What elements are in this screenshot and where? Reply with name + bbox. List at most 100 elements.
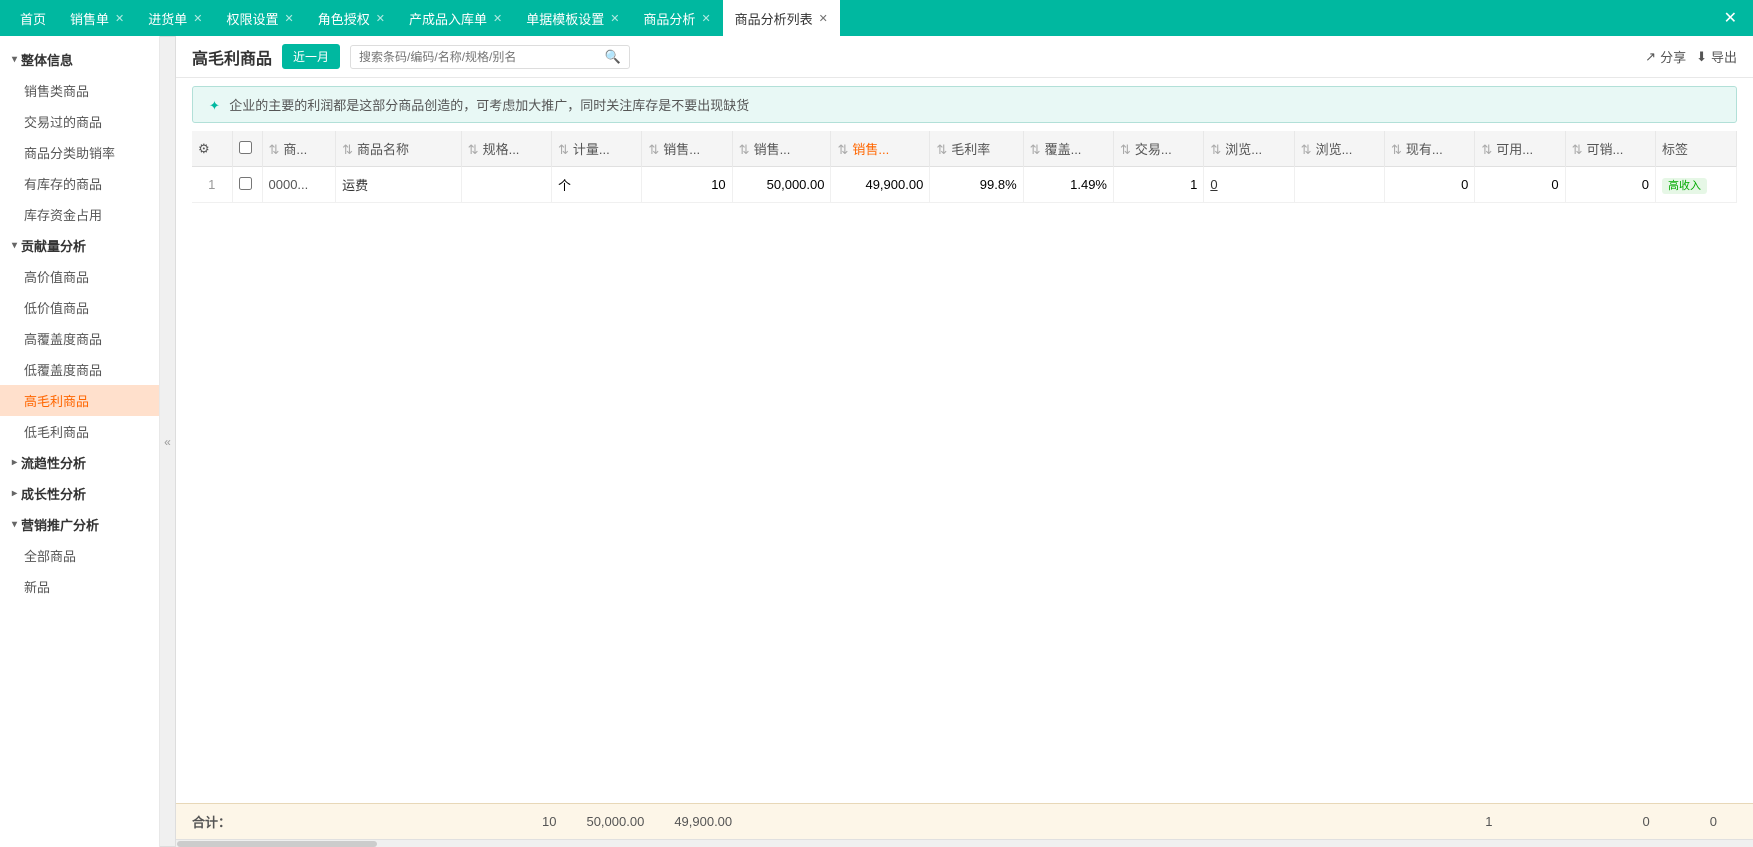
nav-tab-permissions[interactable]: 权限设置 ✕	[214, 0, 305, 36]
col-spec: ⇅规格...	[461, 131, 551, 167]
sidebar-section-overall[interactable]: ▾ 整体信息	[0, 44, 159, 75]
col-stock2: ⇅可用...	[1475, 131, 1565, 167]
footer-label: 合计：	[192, 812, 252, 831]
nav-tab-analysis[interactable]: 商品分析 ✕	[631, 0, 722, 36]
col-gross-rate: ⇅毛利率	[930, 131, 1023, 167]
col-index: ⚙	[192, 131, 232, 167]
sidebar-item-high-value[interactable]: 高价值商品	[0, 261, 159, 292]
sidebar-collapse-button[interactable]: «	[160, 36, 176, 847]
chevron-right-icon: ▸	[12, 488, 17, 499]
share-button[interactable]: ↗ 分享	[1645, 47, 1686, 66]
nav-tab-templates[interactable]: 单据模板设置 ✕	[514, 0, 631, 36]
close-icon[interactable]: ✕	[285, 12, 294, 25]
nav-tab-purchase[interactable]: 进货单 ✕	[136, 0, 214, 36]
main-area: ▾ 整体信息 销售类商品 交易过的商品 商品分类助销率 有库存的商品 库存资金占…	[0, 36, 1753, 847]
close-icon[interactable]: ✕	[819, 12, 828, 25]
horizontal-scrollbar[interactable]	[176, 839, 1753, 847]
sidebar-item-low-value[interactable]: 低价值商品	[0, 292, 159, 323]
table-row: 1 0000... 运费 个 10 50,000.00 49,900.00 99…	[192, 167, 1737, 203]
table-header-row: ⚙ ⇅商... ⇅商品名称 ⇅规格... ⇅计量... ⇅销售... ⇅销售..…	[192, 131, 1737, 167]
cell-checkbox	[232, 167, 262, 203]
sidebar-item-low-margin[interactable]: 低毛利商品	[0, 416, 159, 447]
footer-sales2: 50,000.00	[586, 814, 644, 829]
row-checkbox[interactable]	[239, 177, 252, 190]
sidebar-item-low-coverage[interactable]: 低覆盖度商品	[0, 354, 159, 385]
scrollbar-thumb[interactable]	[177, 841, 377, 847]
cell-gross-rate: 99.8%	[930, 167, 1023, 203]
footer-sales1: 10	[542, 814, 556, 829]
sidebar: ▾ 整体信息 销售类商品 交易过的商品 商品分类助销率 有库存的商品 库存资金占…	[0, 36, 160, 847]
col-browse1: ⇅浏览...	[1204, 131, 1294, 167]
cell-spec	[461, 167, 551, 203]
footer-transaction: 1	[1485, 814, 1492, 829]
settings-icon[interactable]: ⚙	[198, 141, 210, 156]
cell-stock2: 0	[1475, 167, 1565, 203]
close-icon[interactable]: ✕	[493, 12, 502, 25]
search-icon[interactable]: 🔍	[605, 49, 621, 65]
close-icon[interactable]: ✕	[115, 12, 124, 25]
nav-tab-products[interactable]: 产成品入库单 ✕	[397, 0, 514, 36]
cell-tag: 高收入	[1655, 167, 1736, 203]
footer-stock1: 0	[1643, 814, 1650, 829]
sidebar-item-in-stock[interactable]: 有库存的商品	[0, 168, 159, 199]
page-title: 高毛利商品	[192, 45, 272, 69]
sidebar-item-sales-goods[interactable]: 销售类商品	[0, 75, 159, 106]
period-recent-month-button[interactable]: 近一月	[282, 44, 340, 69]
top-nav: 首页 销售单 ✕ 进货单 ✕ 权限设置 ✕ 角色授权 ✕ 产成品入库单 ✕ 单据…	[0, 0, 1753, 36]
col-name: ⇅商品名称	[336, 131, 462, 167]
export-button[interactable]: ⬇ 导出	[1696, 47, 1737, 66]
sidebar-section-trend[interactable]: ▸ 流趋性分析	[0, 447, 159, 478]
cell-browse2	[1294, 167, 1384, 203]
sidebar-item-new-goods[interactable]: 新品	[0, 571, 159, 602]
content-panel: 高毛利商品 近一月 🔍 ↗ 分享 ⬇ 导出 ✦ 企业的主要的利润都是这部分商品创…	[176, 36, 1753, 847]
cell-stock3: 0	[1565, 167, 1655, 203]
close-icon[interactable]: ✕	[193, 12, 202, 25]
cell-unit: 个	[552, 167, 642, 203]
col-sales1: ⇅销售...	[642, 131, 732, 167]
sidebar-item-stock-capital[interactable]: 库存资金占用	[0, 199, 159, 230]
cell-browse1[interactable]: 0	[1204, 167, 1294, 203]
cell-transaction: 1	[1114, 167, 1204, 203]
sidebar-item-all-goods[interactable]: 全部商品	[0, 540, 159, 571]
col-tag: 标签	[1655, 131, 1736, 167]
data-table: ⚙ ⇅商... ⇅商品名称 ⇅规格... ⇅计量... ⇅销售... ⇅销售..…	[192, 131, 1737, 203]
cell-name[interactable]: 运费	[336, 167, 462, 203]
cell-coverage: 1.49%	[1023, 167, 1113, 203]
search-input[interactable]	[359, 50, 605, 64]
close-icon[interactable]: ✕	[701, 12, 710, 25]
sidebar-section-growth[interactable]: ▸ 成长性分析	[0, 478, 159, 509]
col-checkbox	[232, 131, 262, 167]
sidebar-item-high-margin[interactable]: 高毛利商品	[0, 385, 159, 416]
sidebar-section-contribution[interactable]: ▾ 贡献量分析	[0, 230, 159, 261]
col-coverage: ⇅覆盖...	[1023, 131, 1113, 167]
export-icon: ⬇	[1696, 49, 1707, 65]
cell-sales2: 50,000.00	[732, 167, 831, 203]
footer-total-bar: 合计： 10 50,000.00 49,900.00 1 0 0	[176, 803, 1753, 839]
sidebar-item-category-rate[interactable]: 商品分类助销率	[0, 137, 159, 168]
col-browse2: ⇅浏览...	[1294, 131, 1384, 167]
col-sales2: ⇅销售...	[732, 131, 831, 167]
close-icon[interactable]: ✕	[610, 12, 619, 25]
table-container: ⚙ ⇅商... ⇅商品名称 ⇅规格... ⇅计量... ⇅销售... ⇅销售..…	[176, 131, 1753, 803]
nav-tab-analysis-list[interactable]: 商品分析列表 ✕	[723, 0, 840, 36]
cell-sales3: 49,900.00	[831, 167, 930, 203]
cell-code: 0000...	[262, 167, 336, 203]
nav-tab-sales[interactable]: 销售单 ✕	[58, 0, 136, 36]
footer-stock2: 0	[1710, 814, 1717, 829]
col-sales3: ⇅销售...	[831, 131, 930, 167]
sidebar-section-marketing[interactable]: ▾ 营销推广分析	[0, 509, 159, 540]
nav-tab-roles[interactable]: 角色授权 ✕	[306, 0, 397, 36]
sidebar-item-traded-goods[interactable]: 交易过的商品	[0, 106, 159, 137]
share-icon: ↗	[1645, 49, 1656, 65]
close-icon[interactable]: ✕	[376, 12, 385, 25]
info-banner: ✦ 企业的主要的利润都是这部分商品创造的，可考虑加大推广，同时关注库存是不要出现…	[192, 86, 1737, 123]
sidebar-item-high-coverage[interactable]: 高覆盖度商品	[0, 323, 159, 354]
window-close-button[interactable]: ✕	[1716, 8, 1745, 28]
nav-tab-home[interactable]: 首页	[8, 0, 58, 36]
chevron-down-icon: ▾	[12, 519, 17, 530]
cell-stock1: 0	[1384, 167, 1474, 203]
cell-index: 1	[192, 167, 232, 203]
select-all-checkbox[interactable]	[239, 141, 252, 154]
chevron-down-icon: ▾	[12, 240, 17, 251]
chevron-down-icon: ▾	[12, 54, 17, 65]
